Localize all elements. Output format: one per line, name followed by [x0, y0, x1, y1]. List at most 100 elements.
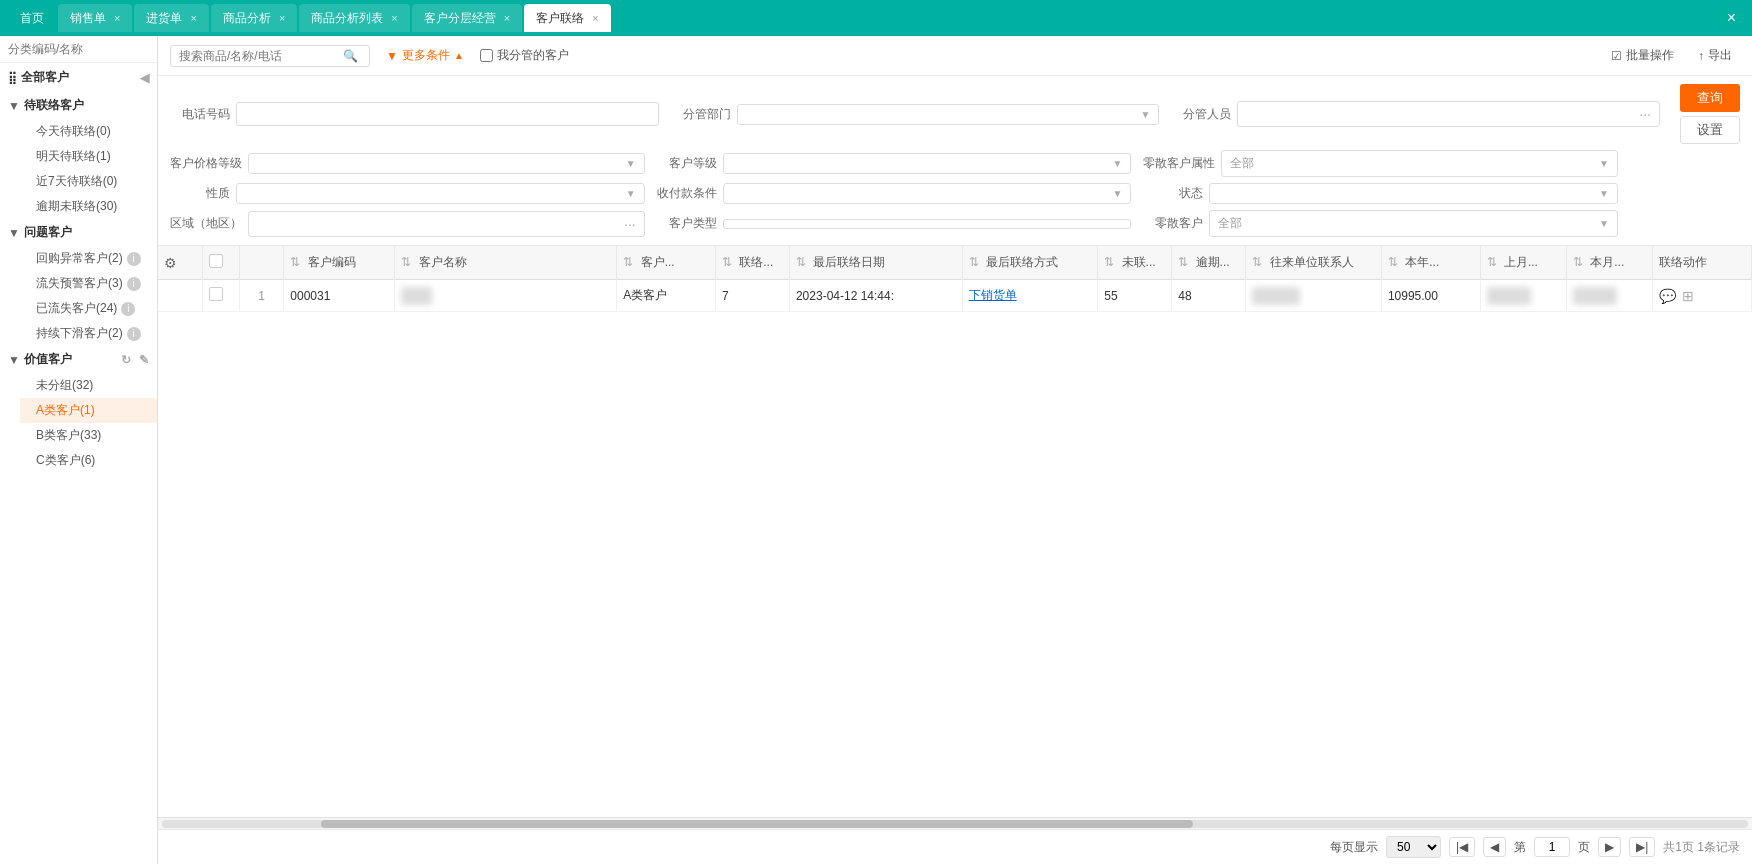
query-button[interactable]: 查询 [1680, 84, 1740, 112]
select-all-checkbox[interactable] [209, 254, 223, 268]
sort-icon[interactable]: ⇅ [796, 255, 806, 269]
col-customer-code: ⇅ 客户编码 [284, 246, 395, 280]
close-icon[interactable]: × [190, 12, 196, 24]
sidebar-item-continuous-decline[interactable]: 持续下滑客户(2) i [20, 321, 157, 346]
filter-select-retail-customer[interactable]: 全部 ▼ [1209, 210, 1618, 237]
filter-select-payment[interactable]: ▼ [723, 183, 1132, 204]
sort-icon[interactable]: ⇅ [1573, 255, 1583, 269]
sort-icon[interactable]: ⇅ [1487, 255, 1497, 269]
refresh-icon[interactable]: ↻ [121, 353, 131, 367]
edit-icon[interactable]: ✎ [139, 353, 149, 367]
nav-tab-analysis[interactable]: 商品分析 × [211, 4, 297, 32]
my-customers-checkbox-wrap[interactable]: 我分管的客户 [480, 47, 569, 64]
search-input[interactable] [179, 49, 339, 63]
filter-select-retail-attr[interactable]: 全部 ▼ [1221, 150, 1618, 177]
info-icon: i [127, 327, 141, 341]
prev-page-button[interactable]: ◀ [1483, 837, 1506, 857]
chevron-down-icon: ▼ [1599, 158, 1609, 169]
sort-icon[interactable]: ⇅ [722, 255, 732, 269]
filter-field-customer-type: 客户类型 [657, 215, 1132, 232]
group-title: 价值客户 [24, 351, 72, 368]
sidebar-item-class-c[interactable]: C类客户(6) [20, 448, 157, 473]
settings-button[interactable]: 设置 [1680, 116, 1740, 144]
batch-btn-label: 批量操作 [1626, 47, 1674, 64]
filter-select-manager[interactable]: ··· [1237, 101, 1660, 127]
export-button[interactable]: ↑ 导出 [1690, 44, 1740, 67]
group-header-problem[interactable]: ▼ 问题客户 [0, 219, 157, 246]
sidebar-item-repurchase-abnormal[interactable]: 回购异常客户(2) i [20, 246, 157, 271]
sort-icon[interactable]: ⇅ [1388, 255, 1398, 269]
batch-operation-button[interactable]: ☑ 批量操作 [1603, 44, 1682, 67]
close-icon[interactable]: × [504, 12, 510, 24]
filter-input-phone[interactable] [236, 102, 659, 126]
sidebar-item-overdue[interactable]: 逾期未联络(30) [20, 194, 157, 219]
group-header-value[interactable]: ▼ 价值客户 ↻ ✎ [0, 346, 157, 373]
nav-home[interactable]: 首页 [8, 4, 56, 32]
filter-field-status: 状态 ▼ [1143, 183, 1618, 204]
sidebar-item-today-pending[interactable]: 今天待联络(0) [20, 119, 157, 144]
filter-select-status[interactable]: ▼ [1209, 183, 1618, 204]
horizontal-scrollbar[interactable] [162, 820, 1748, 828]
close-icon[interactable]: × [114, 12, 120, 24]
sort-icon[interactable]: ⇅ [1252, 255, 1262, 269]
sidebar-all-customers[interactable]: ⣿ 全部客户 ◀ [0, 63, 157, 92]
chevron-down-icon: ▼ [1112, 158, 1122, 169]
cell-no-contact: 55 [1098, 280, 1172, 312]
filter-select-dept[interactable]: ▼ [737, 104, 1160, 125]
col-seq [239, 246, 283, 280]
per-page-label: 每页显示 [1330, 839, 1378, 856]
settings-cog-icon[interactable]: ⚙ [164, 255, 177, 271]
nav-tab-sales[interactable]: 销售单 × [58, 4, 132, 32]
close-icon[interactable]: × [279, 12, 285, 24]
sidebar-item-7days-pending[interactable]: 近7天待联络(0) [20, 169, 157, 194]
filter-select-nature[interactable]: ▼ [236, 183, 645, 204]
sort-icon[interactable]: ⇅ [969, 255, 979, 269]
filter-select-customer-type[interactable] [723, 219, 1132, 229]
info-icon: i [127, 277, 141, 291]
window-close-button[interactable]: × [1719, 9, 1744, 27]
cell-settings [158, 280, 202, 312]
sidebar-item-unclassified[interactable]: 未分组(32) [20, 373, 157, 398]
qr-icon[interactable]: ⊞ [1682, 288, 1694, 304]
filter-label-dept: 分管部门 [671, 106, 731, 123]
filter-label-manager: 分管人员 [1171, 106, 1231, 123]
nav-tab-analysis-list[interactable]: 商品分析列表 × [299, 4, 409, 32]
more-filter-button[interactable]: ▼ 更多条件 ▲ [378, 44, 472, 67]
nav-tab-purchase[interactable]: 进货单 × [134, 4, 208, 32]
message-icon[interactable]: 💬 [1659, 288, 1676, 304]
sort-icon[interactable]: ⇅ [290, 255, 300, 269]
filter-select-customer-level[interactable]: ▼ [723, 153, 1132, 174]
first-page-button[interactable]: |◀ [1449, 837, 1475, 857]
filter-field-dept: 分管部门 ▼ [671, 104, 1160, 125]
group-items-pending: 今天待联络(0) 明天待联络(1) 近7天待联络(0) 逾期未联络(30) [0, 119, 157, 219]
sort-icon[interactable]: ⇅ [1178, 255, 1188, 269]
close-icon[interactable]: × [391, 12, 397, 24]
row-checkbox[interactable] [209, 287, 223, 301]
next-page-button[interactable]: ▶ [1598, 837, 1621, 857]
close-icon[interactable]: × [592, 12, 598, 24]
sidebar-search-input[interactable] [8, 42, 158, 56]
sidebar-item-tomorrow-pending[interactable]: 明天待联络(1) [20, 144, 157, 169]
contact-method-link[interactable]: 下销货单 [969, 288, 1017, 302]
sort-icon[interactable]: ⇅ [623, 255, 633, 269]
group-header-pending[interactable]: ▼ 待联络客户 [0, 92, 157, 119]
nav-tab-customer-contact[interactable]: 客户联络 × [524, 4, 610, 32]
sidebar-item-class-a[interactable]: A类客户(1) [20, 398, 157, 423]
filter-select-price-level[interactable]: ▼ [248, 153, 645, 174]
search-icon[interactable]: 🔍 [343, 49, 358, 63]
sort-icon[interactable]: ⇅ [401, 255, 411, 269]
filter-select-region[interactable]: ··· [248, 211, 645, 237]
per-page-select[interactable]: 10 20 50 100 [1386, 836, 1441, 858]
collapse-icon[interactable]: ◀ [140, 71, 149, 85]
my-customers-checkbox[interactable] [480, 49, 493, 62]
tab-label: 销售单 [70, 10, 106, 27]
sidebar-item-churned[interactable]: 已流失客户(24) i [20, 296, 157, 321]
sort-icon[interactable]: ⇅ [1104, 255, 1114, 269]
scrollbar-thumb[interactable] [321, 820, 1193, 828]
col-last-contact-date: ⇅ 最后联络日期 [789, 246, 962, 280]
sidebar-item-class-b[interactable]: B类客户(33) [20, 423, 157, 448]
sidebar-item-churn-warning[interactable]: 流失预警客户(3) i [20, 271, 157, 296]
last-page-button[interactable]: ▶| [1629, 837, 1655, 857]
page-number-input[interactable] [1534, 837, 1570, 857]
nav-tab-customer-tier[interactable]: 客户分层经营 × [412, 4, 522, 32]
